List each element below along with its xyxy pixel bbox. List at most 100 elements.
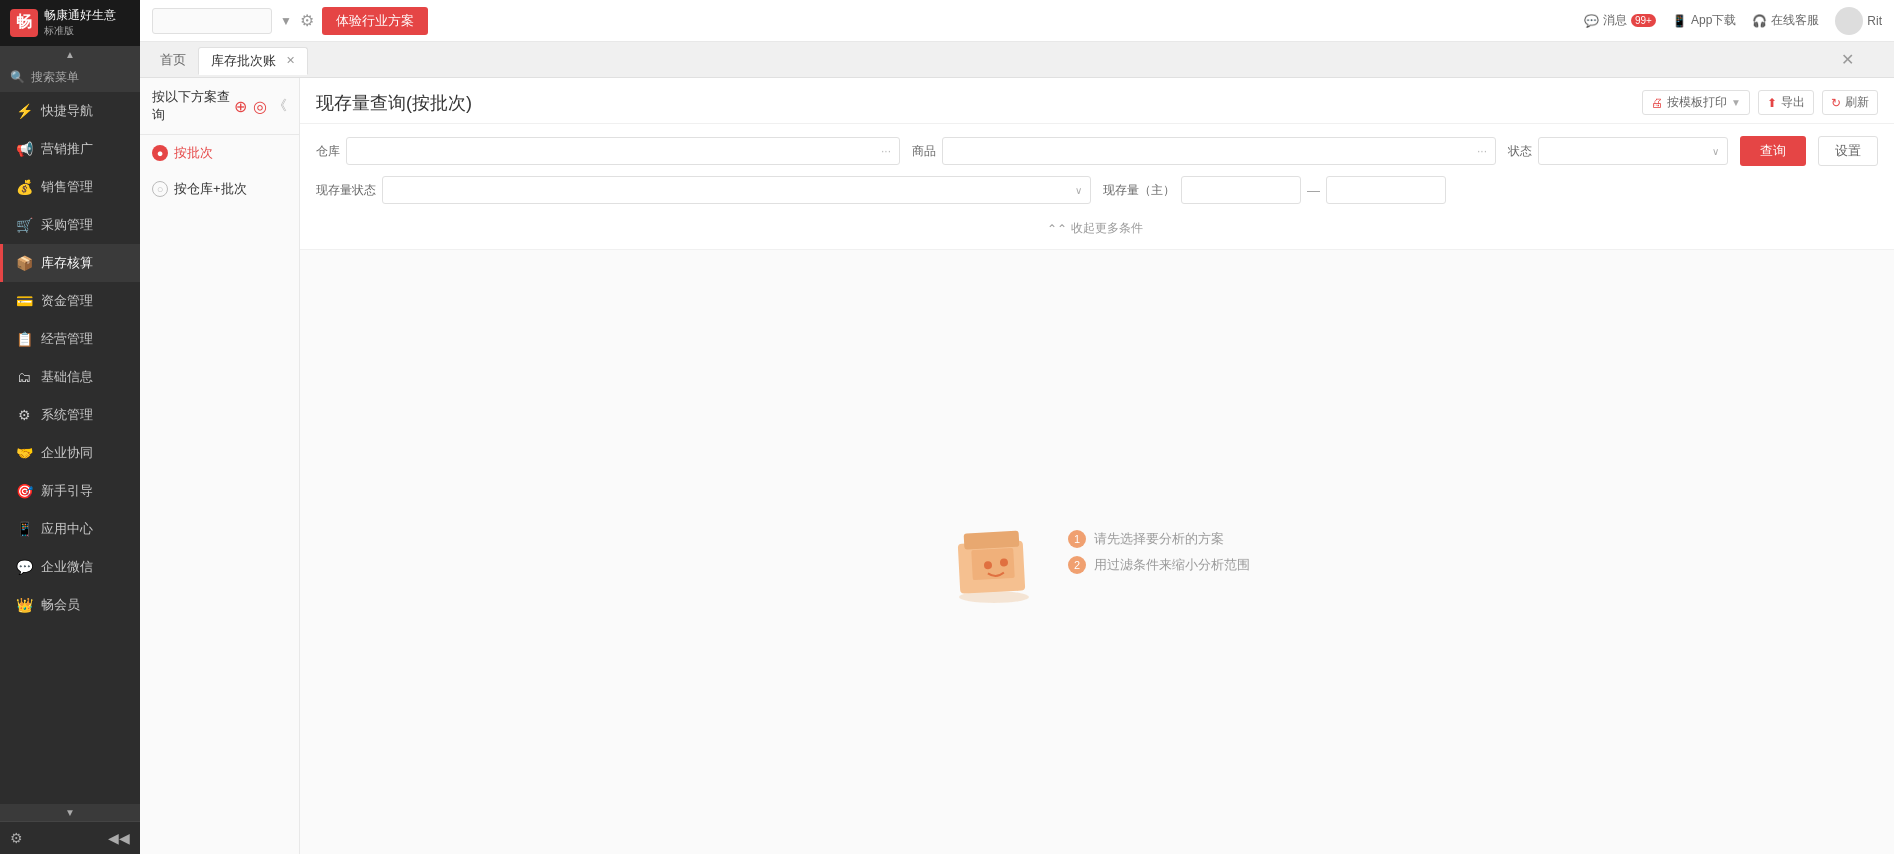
goods-filter-group: 商品 ··· xyxy=(912,137,1496,165)
warehouse-input[interactable]: ··· xyxy=(346,137,900,165)
tab-batch[interactable]: 库存批次账 ✕ xyxy=(198,47,308,75)
sidebar-item-finance[interactable]: 💳 资金管理 xyxy=(0,282,140,320)
page-header: 现存量查询(按批次) 🖨 按模板打印 ▼ ⬆ 导出 ↻ 刷新 xyxy=(300,78,1894,124)
stock-qty-dash: — xyxy=(1307,183,1320,198)
sidebar-icon-operation: 📋 xyxy=(15,330,33,348)
goods-dots-icon[interactable]: ··· xyxy=(1477,144,1487,158)
print-chevron-icon: ▼ xyxy=(1731,97,1741,108)
left-panel: 按以下方案查询 ⊕ ◎ 《 ● 按批次 ○ 按仓库+批次 xyxy=(140,78,300,854)
tip-num-2: 2 xyxy=(1068,556,1086,574)
sidebar-label-guide: 新手引导 xyxy=(41,482,93,500)
data-area: 1 请先选择要分析的方案 2 用过滤条件来缩小分析范围 xyxy=(300,250,1894,854)
sidebar-item-sales[interactable]: 💰 销售管理 xyxy=(0,168,140,206)
sidebar-icon-sales: 💰 xyxy=(15,178,33,196)
sidebar-item-wechat[interactable]: 💬 企业微信 xyxy=(0,548,140,586)
sidebar-menu: ⚡ 快捷导航 📢 营销推广 💰 销售管理 🛒 采购管理 📦 库存核算 💳 资金管… xyxy=(0,92,140,804)
sidebar-item-quick-nav[interactable]: ⚡ 快捷导航 xyxy=(0,92,140,130)
export-icon: ⬆ xyxy=(1767,96,1777,110)
sidebar-label-wechat: 企业微信 xyxy=(41,558,93,576)
sidebar-search[interactable]: 🔍 搜索菜单 xyxy=(0,63,140,92)
refresh-button[interactable]: ↻ 刷新 xyxy=(1822,90,1878,115)
sidebar-label-finance: 资金管理 xyxy=(41,292,93,310)
svg-rect-2 xyxy=(964,531,1020,550)
empty-tips: 1 请先选择要分析的方案 2 用过滤条件来缩小分析范围 xyxy=(1068,530,1250,574)
plan-item-warehouse-batch[interactable]: ○ 按仓库+批次 xyxy=(140,171,299,207)
tab-panel-close-icon[interactable]: ✕ xyxy=(1841,50,1854,69)
sidebar-item-collab[interactable]: 🤝 企业协同 xyxy=(0,434,140,472)
filter-row-1: 仓库 ··· 商品 ··· 状态 xyxy=(316,136,1878,166)
tab-home[interactable]: 首页 xyxy=(148,46,198,74)
status-select[interactable]: ∨ xyxy=(1538,137,1728,165)
phone-icon: 📱 xyxy=(1672,14,1687,28)
sidebar-item-purchase[interactable]: 🛒 采购管理 xyxy=(0,206,140,244)
add-plan-icon[interactable]: ⊕ xyxy=(234,97,247,116)
headset-icon: 🎧 xyxy=(1752,14,1767,28)
topbar-chevron-icon[interactable]: ▼ xyxy=(280,14,292,28)
settings-button[interactable]: 设置 xyxy=(1818,136,1878,166)
stock-status-select[interactable]: ∨ xyxy=(382,176,1091,204)
main-area: ▼ ⚙ 体验行业方案 💬 消息 99+ 📱 App下载 🎧 在线客服 Rit xyxy=(140,0,1894,854)
collapse-panel-icon[interactable]: 《 xyxy=(273,97,287,115)
empty-state: 1 请先选择要分析的方案 2 用过滤条件来缩小分析范围 xyxy=(944,497,1250,607)
sidebar-footer: ⚙ ◀◀ xyxy=(0,821,140,854)
collapse-up-icon: ⌃⌃ xyxy=(1047,222,1067,236)
topbar-search-box xyxy=(152,8,272,34)
service-button[interactable]: 🎧 在线客服 xyxy=(1752,12,1819,29)
query-button[interactable]: 查询 xyxy=(1740,136,1806,166)
avatar-image xyxy=(1835,7,1863,35)
status-arrow-icon: ∨ xyxy=(1712,146,1719,157)
goods-label: 商品 xyxy=(912,143,936,160)
goods-input[interactable]: ··· xyxy=(942,137,1496,165)
collapse-icon[interactable]: ◀◀ xyxy=(108,830,130,846)
sidebar-scroll-up[interactable]: ▲ xyxy=(0,46,140,63)
tip-num-1: 1 xyxy=(1068,530,1086,548)
sidebar-icon-marketing: 📢 xyxy=(15,140,33,158)
plan-item-batch[interactable]: ● 按批次 xyxy=(140,135,299,171)
sidebar-item-inventory[interactable]: 📦 库存核算 xyxy=(0,244,140,282)
experience-button[interactable]: 体验行业方案 xyxy=(322,7,428,35)
sidebar-item-marketing[interactable]: 📢 营销推广 xyxy=(0,130,140,168)
sidebar-icon-apps: 📱 xyxy=(15,520,33,538)
left-panel-actions: ⊕ ◎ 《 xyxy=(234,97,287,116)
sidebar-label-marketing: 营销推广 xyxy=(41,140,93,158)
settings-plan-icon[interactable]: ◎ xyxy=(253,97,267,116)
settings-icon[interactable]: ⚙ xyxy=(10,830,23,846)
app-download-button[interactable]: 📱 App下载 xyxy=(1672,12,1736,29)
user-avatar[interactable]: Rit xyxy=(1835,7,1882,35)
status-filter-group: 状态 ∨ xyxy=(1508,137,1728,165)
batch-plan-icon: ● xyxy=(152,145,168,161)
search-icon: 🔍 xyxy=(10,70,25,84)
tip-item-1: 1 请先选择要分析的方案 xyxy=(1068,530,1250,548)
stock-qty-min-input[interactable] xyxy=(1181,176,1301,204)
print-button[interactable]: 🖨 按模板打印 ▼ xyxy=(1642,90,1750,115)
sidebar-label-inventory: 库存核算 xyxy=(41,254,93,272)
sidebar-icon-purchase: 🛒 xyxy=(15,216,33,234)
sidebar-item-base[interactable]: 🗂 基础信息 xyxy=(0,358,140,396)
topbar-left: ▼ ⚙ 体验行业方案 xyxy=(152,7,428,35)
sidebar-icon-collab: 🤝 xyxy=(15,444,33,462)
stock-qty-max-input[interactable] xyxy=(1326,176,1446,204)
warehouse-dots-icon[interactable]: ··· xyxy=(881,144,891,158)
tab-close-icon[interactable]: ✕ xyxy=(286,54,295,67)
collapse-row[interactable]: ⌃⌃ 收起更多条件 xyxy=(316,214,1878,237)
sidebar-icon-finance: 💳 xyxy=(15,292,33,310)
sidebar-item-guide[interactable]: 🎯 新手引导 xyxy=(0,472,140,510)
sidebar-item-member[interactable]: 👑 畅会员 xyxy=(0,586,140,624)
stock-status-label: 现存量状态 xyxy=(316,182,376,199)
status-label: 状态 xyxy=(1508,143,1532,160)
tip-item-2: 2 用过滤条件来缩小分析范围 xyxy=(1068,556,1250,574)
sidebar-icon-guide: 🎯 xyxy=(15,482,33,500)
sidebar-item-operation[interactable]: 📋 经营管理 xyxy=(0,320,140,358)
topbar-gear-icon[interactable]: ⚙ xyxy=(300,11,314,30)
sidebar-scroll-down[interactable]: ▼ xyxy=(0,804,140,821)
sidebar-label-collab: 企业协同 xyxy=(41,444,93,462)
sidebar-item-apps[interactable]: 📱 应用中心 xyxy=(0,510,140,548)
sidebar-item-system[interactable]: ⚙ 系统管理 xyxy=(0,396,140,434)
sidebar-brand: 畅康通好生意 标准版 xyxy=(44,8,116,38)
export-button[interactable]: ⬆ 导出 xyxy=(1758,90,1814,115)
warehouse-label: 仓库 xyxy=(316,143,340,160)
left-panel-header: 按以下方案查询 ⊕ ◎ 《 xyxy=(140,78,299,135)
sidebar-icon-wechat: 💬 xyxy=(15,558,33,576)
stock-status-filter-group: 现存量状态 ∨ xyxy=(316,176,1091,204)
message-button[interactable]: 💬 消息 99+ xyxy=(1584,12,1656,29)
